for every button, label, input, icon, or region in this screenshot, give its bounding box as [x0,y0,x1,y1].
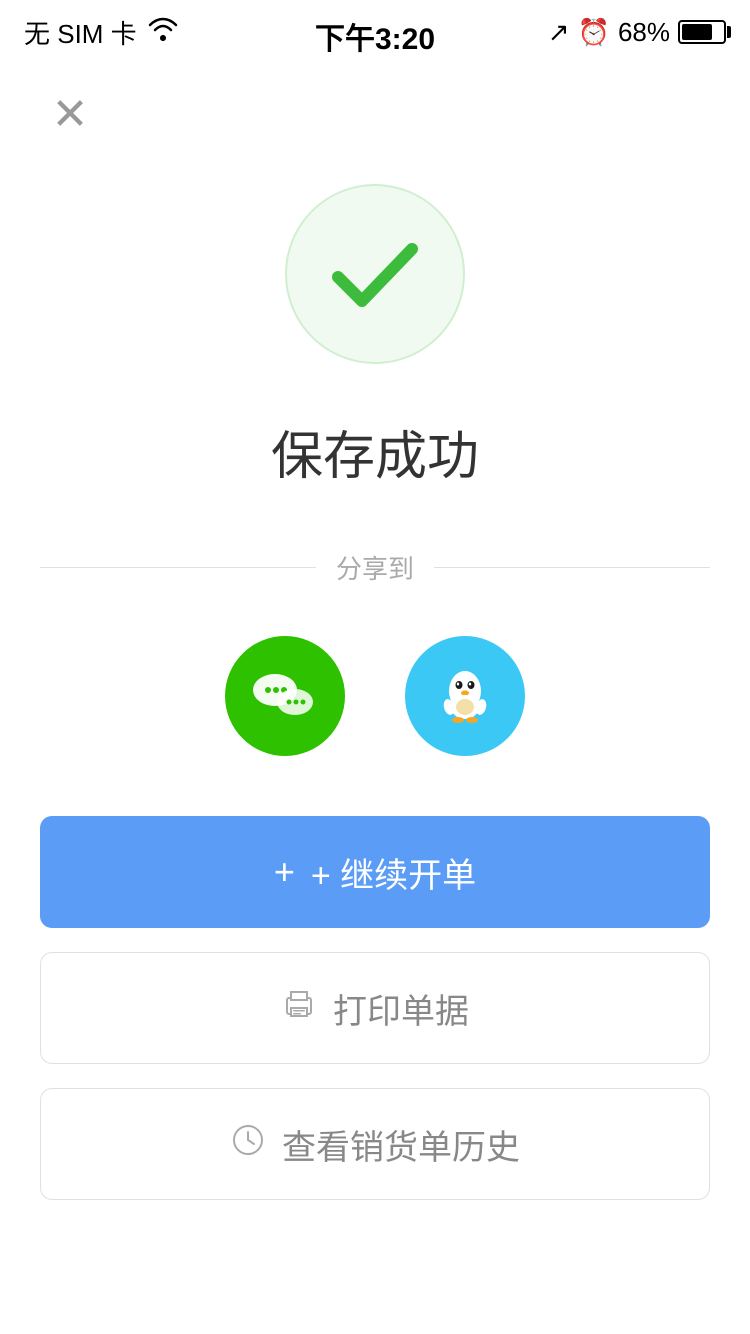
plus-icon: + [274,851,295,893]
sim-text: 无 SIM 卡 [24,14,137,51]
status-time: 下午3:20 [315,14,435,58]
action-buttons: + + 继续开单 打印单据 [0,816,750,1200]
checkmark-icon [330,239,420,309]
status-left: 无 SIM 卡 [24,14,179,51]
divider-text: 分享到 [316,549,434,586]
alarm-icon: ⏰ [578,17,610,48]
continue-label: + 继续开单 [311,848,476,897]
print-button[interactable]: 打印单据 [40,952,710,1064]
wechat-icon [249,660,321,732]
battery-icon [678,20,726,44]
qq-share-button[interactable] [405,636,525,756]
battery-percent: 68% [618,17,670,48]
history-label: 查看销货单历史 [282,1120,520,1169]
divider-line-left [40,567,316,568]
direction-icon: ↗ [548,17,570,48]
wechat-share-button[interactable] [225,636,345,756]
history-button[interactable]: 查看销货单历史 [40,1088,710,1200]
main-content: ✕ 保存成功 分享到 [0,64,750,1200]
share-icons [225,636,525,756]
close-icon: ✕ [52,89,89,140]
success-title: 保存成功 [271,414,479,489]
continue-button[interactable]: + + 继续开单 [40,816,710,928]
success-circle [285,184,465,364]
qq-icon [432,663,498,729]
success-section: 保存成功 分享到 [0,64,750,1200]
share-divider: 分享到 [0,549,750,586]
wifi-icon [147,17,179,48]
divider-line-right [434,567,710,568]
print-label: 打印单据 [333,984,469,1033]
close-button[interactable]: ✕ [40,84,100,144]
history-icon [230,1122,266,1167]
status-bar: 无 SIM 卡 下午3:20 ↗ ⏰ 68% [0,0,750,64]
status-right: ↗ ⏰ 68% [548,17,726,48]
print-icon [281,986,317,1031]
share-section: 分享到 [0,549,750,756]
